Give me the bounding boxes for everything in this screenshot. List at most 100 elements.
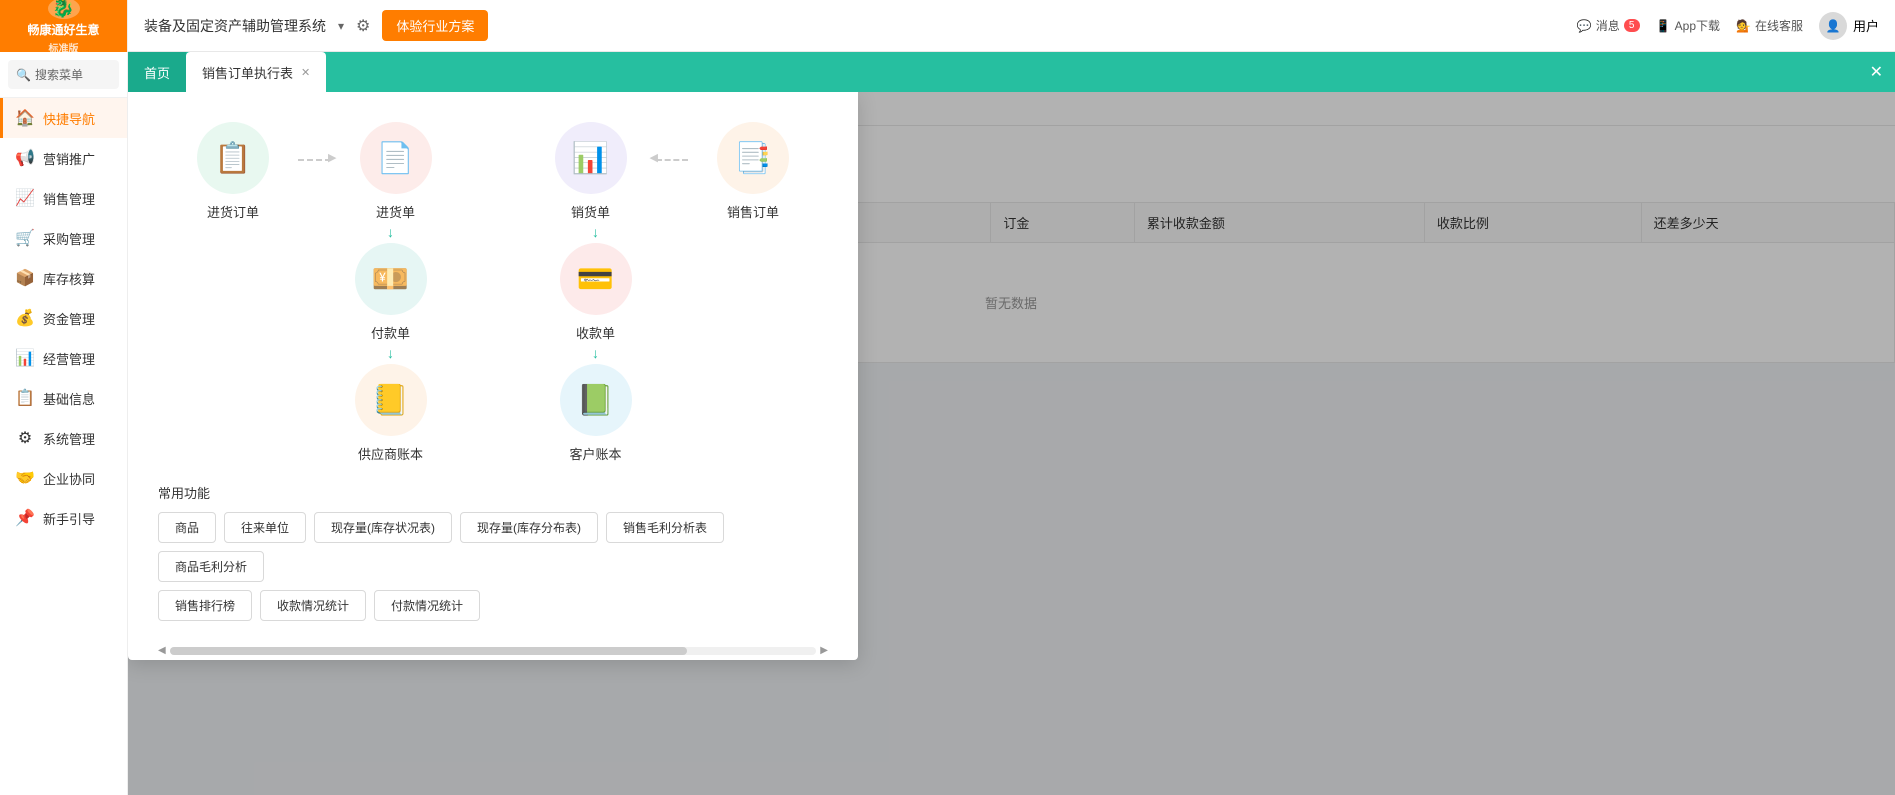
common-btn-1[interactable]: 往来单位 (224, 512, 306, 543)
sidebar-label-7: 基础信息 (43, 389, 95, 408)
sales-order-label: 销售订单 (727, 202, 779, 221)
sidebar-icon-8: ⚙ (15, 428, 35, 448)
arrow-1: ▶ (298, 159, 331, 185)
flow-item-purchase[interactable]: 📄 进货单 (331, 122, 461, 221)
sidebar-label-8: 系统管理 (43, 429, 95, 448)
scrollbar-track[interactable] (170, 647, 817, 655)
supplier-ledger-label: 供应商账本 (358, 444, 423, 463)
tab-sales-label: 销售订单执行表 (202, 63, 293, 82)
sidebar-item-1[interactable]: 📢营销推广 (0, 138, 127, 178)
sidebar-item-8[interactable]: ⚙ 系统管理 (0, 418, 127, 458)
search-label: 搜索菜单 (35, 66, 83, 83)
purchase-order-label: 进货订单 (207, 202, 259, 221)
sidebar-icon-9: 🤝 (15, 468, 35, 488)
main-area: 装备及固定资产辅助管理系统 ▾ ⚙ 体验行业方案 💬 消息 5 📱 App下载 … (128, 0, 1895, 795)
common-btn-2[interactable]: 现存量(库存状况表) (314, 512, 452, 543)
experience-button[interactable]: 体验行业方案 (382, 10, 488, 41)
flow-item-customer-ledger[interactable]: 📗 客户账本 (531, 364, 661, 463)
sidebar-item-6[interactable]: 📊 经营管理 (0, 338, 127, 378)
app-download-button[interactable]: 📱 App下载 (1656, 17, 1720, 34)
scroll-left-button[interactable]: ◀ (158, 645, 166, 656)
sidebar-icon-0: 🏠 (15, 108, 35, 128)
customer-ledger-icon: 📗 (560, 364, 632, 436)
popup-overlay[interactable]: 📋 进货订单 ▶ 📄 进货单 (128, 92, 1895, 795)
payment-label: 付款单 (371, 323, 410, 342)
header-right: 💬 消息 5 📱 App下载 💁 在线客服 👤 用户 (1577, 12, 1879, 40)
message-badge: 5 (1624, 19, 1640, 32)
scroll-right-button[interactable]: ▶ (820, 645, 828, 656)
sidebar-item-4[interactable]: 📦 库存核算 (0, 258, 127, 298)
purchase-order-icon: 📋 (197, 122, 269, 194)
logo-icon: 🐉 (48, 0, 80, 19)
common-btn-4[interactable]: 销售毛利分析表 (606, 512, 724, 543)
app-sub: 标准版 (49, 40, 79, 55)
sidebar-icon-7: 📋 (15, 388, 35, 408)
sidebar-icon-6: 📊 (15, 348, 35, 368)
common-btn-0[interactable]: 商品 (158, 512, 216, 543)
tab-bar-right: ✕ (1870, 62, 1895, 82)
top-header: 装备及固定资产辅助管理系统 ▾ ⚙ 体验行业方案 💬 消息 5 📱 App下载 … (128, 0, 1895, 52)
sidebar-icon-5: 💰 (15, 308, 35, 328)
tab-home[interactable]: 首页 (128, 52, 186, 92)
flow-item-receipt[interactable]: 💳 收款单 (531, 243, 661, 342)
tab-close-icon[interactable]: ✕ (301, 66, 310, 79)
sidebar-item-5[interactable]: 💰资金管理 (0, 298, 127, 338)
common-btn-5[interactable]: 商品毛利分析 (158, 551, 264, 582)
sidebar-item-9[interactable]: 🤝 企业协同 (0, 458, 127, 498)
sidebar-label-1: 营销推广 (43, 149, 95, 168)
sidebar-label-9: 企业协同 (43, 469, 95, 488)
sidebar-item-0[interactable]: 🏠快捷导航 (0, 98, 127, 138)
online-service-button[interactable]: 💁 在线客服 (1736, 17, 1803, 34)
tab-sales-order[interactable]: 销售订单执行表 ✕ (186, 52, 326, 92)
user-name: 用户 (1853, 16, 1879, 35)
sidebar-item-10[interactable]: 📌 新手引导 (0, 498, 127, 538)
search-icon: 🔍 (16, 68, 31, 82)
system-title: 装备及固定资产辅助管理系统 (144, 16, 326, 36)
service-icon: 💁 (1736, 19, 1751, 33)
flow-item-payment[interactable]: 💴 付款单 (326, 243, 456, 342)
content-area: ❓ 帮助 🖨 按模板打印 ▾ ↗ 导出 ↺ 刷新 yyyy-mm-dd 📅 (128, 92, 1895, 795)
sales-order-icon: 📑 (717, 122, 789, 194)
flow-item-sales-order[interactable]: 📑 销售订单 (688, 122, 818, 221)
common-btn-r2-2[interactable]: 付款情况统计 (374, 590, 480, 621)
down-arrow-2: ↓ (592, 225, 599, 239)
online-service-label: 在线客服 (1755, 17, 1803, 34)
sidebar-label-3: 采购管理 (43, 229, 95, 248)
supplier-ledger-icon: 📒 (355, 364, 427, 436)
system-dropdown-button[interactable]: ▾ (338, 19, 344, 33)
flow-col-left-2: ↓ 📒 供应商账本 (326, 342, 456, 463)
flow-item-purchase-order[interactable]: 📋 进货订单 (168, 122, 298, 221)
sidebar-icon-4: 📦 (15, 268, 35, 288)
user-area[interactable]: 👤 用户 (1819, 12, 1879, 40)
common-btn-r2-0[interactable]: 销售排行榜 (158, 590, 252, 621)
popup-box: 📋 进货订单 ▶ 📄 进货单 (128, 92, 858, 660)
flow-row-2: ↓ 💴 付款单 ↓ 💳 收款单 (168, 221, 818, 342)
receipt-label: 收款单 (576, 323, 615, 342)
close-all-button[interactable]: ✕ (1870, 62, 1883, 82)
flow-item-supplier-ledger[interactable]: 📒 供应商账本 (326, 364, 456, 463)
settings-button[interactable]: ⚙ (356, 16, 370, 36)
common-btn-3[interactable]: 现存量(库存分布表) (460, 512, 598, 543)
common-btn-r2-1[interactable]: 收款情况统计 (260, 590, 366, 621)
flow-col-left: ↓ 💴 付款单 (326, 221, 456, 342)
sidebar-label-6: 经营管理 (43, 349, 95, 368)
scrollbar-thumb (170, 647, 687, 655)
sidebar-search-area: 🔍 搜索菜单 (0, 52, 127, 98)
sales-icon: 📊 (555, 122, 627, 194)
sidebar-item-7[interactable]: 📋 基础信息 (0, 378, 127, 418)
message-button[interactable]: 💬 消息 5 (1577, 17, 1640, 34)
sidebar-icon-10: 📌 (15, 508, 35, 528)
sidebar-label-4: 库存核算 (43, 269, 95, 288)
app-download-label: App下载 (1675, 17, 1720, 34)
sidebar-item-2[interactable]: 📈销售管理 (0, 178, 127, 218)
customer-ledger-label: 客户账本 (569, 444, 621, 463)
flow-col-right: ↓ 💳 收款单 (531, 221, 661, 342)
sidebar-item-3[interactable]: 🛒采购管理 (0, 218, 127, 258)
sidebar-label-10: 新手引导 (43, 509, 95, 528)
sidebar: 🐉 畅康通好生意 标准版 🔍 搜索菜单 🏠快捷导航📢营销推广📈销售管理🛒采购管理… (0, 0, 128, 795)
flow-section: 📋 进货订单 ▶ 📄 进货单 (128, 92, 858, 483)
search-menu-button[interactable]: 🔍 搜索菜单 (8, 60, 119, 89)
common-btns-row2: 销售排行榜收款情况统计付款情况统计 (158, 590, 828, 621)
down-arrow-1: ↓ (387, 225, 394, 239)
flow-item-sales[interactable]: 📊 销货单 (526, 122, 656, 221)
